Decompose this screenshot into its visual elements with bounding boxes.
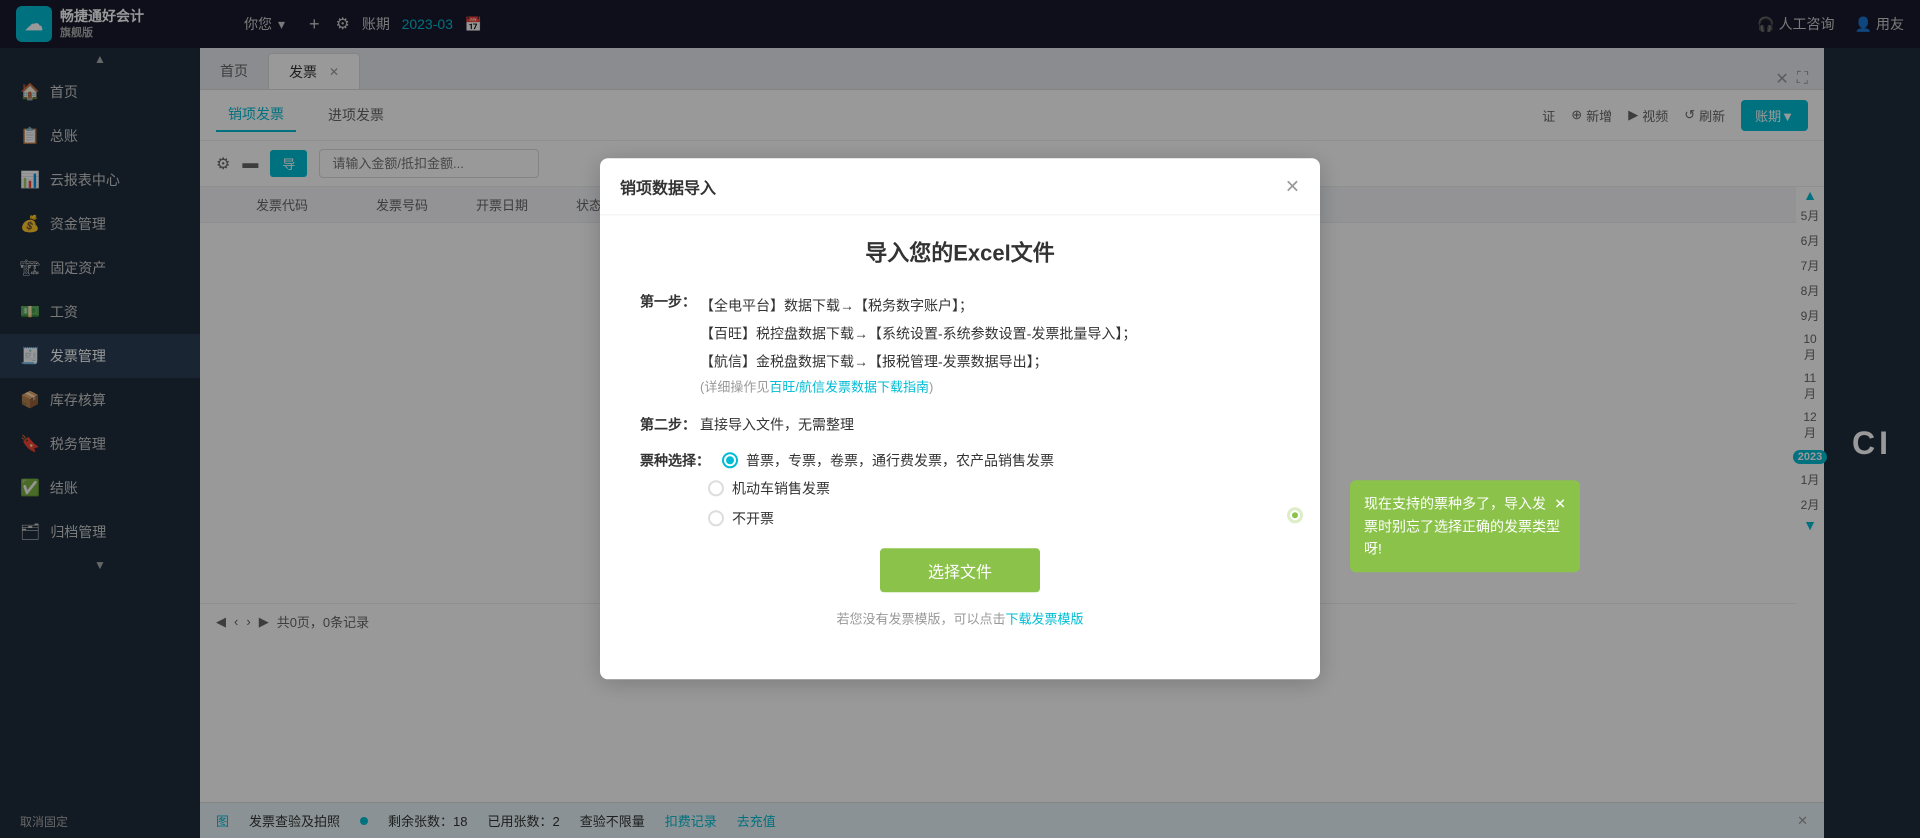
radio-label-3: 不开票	[732, 509, 774, 529]
step1-label: 第一步：	[640, 291, 700, 398]
import-modal: 销项数据导入 ✕ 导入您的Excel文件 第一步： 【全电平台】数据下载→【税务…	[600, 158, 1320, 679]
radio-option-3[interactable]: 不开票	[708, 509, 1280, 529]
radio-option-1[interactable]: 普票，专票，卷票，通行费发票，农产品销售发票	[722, 451, 1054, 471]
step2-content: 直接导入文件，无需整理	[700, 415, 854, 435]
ticket-label-row: 票种选择： 普票，专票，卷票，通行费发票，农产品销售发票	[640, 451, 1280, 471]
tooltip-text: 现在支持的票种多了，导入发票时别忘了选择正确的发票类型呀!	[1364, 496, 1560, 557]
radio-label-2: 机动车销售发票	[732, 479, 830, 499]
step2-row: 第二步： 直接导入文件，无需整理	[640, 415, 1280, 435]
modal-header: 销项数据导入 ✕	[600, 158, 1320, 215]
tooltip-indicator-dot	[1290, 511, 1300, 521]
modal-close-btn[interactable]: ✕	[1285, 176, 1300, 197]
download-tip-prefix: 若您没有发票模版，可以点击	[836, 612, 1005, 627]
radio-circle-2	[708, 481, 724, 497]
modal-title: 销项数据导入	[620, 174, 716, 198]
download-tip: 若您没有发票模版，可以点击下载发票模版	[640, 609, 1280, 628]
step2-block: 第二步： 直接导入文件，无需整理	[640, 415, 1280, 435]
step1-block: 第一步： 【全电平台】数据下载→【税务数字账户】； 【百旺】税控盘数据下载→【系…	[640, 291, 1280, 398]
ticket-type-group: 票种选择： 普票，专票，卷票，通行费发票，农产品销售发票 机动车销售发票 不开票	[640, 451, 1280, 529]
step1-guide-link[interactable]: 百旺/航信发票数据下载指南	[769, 379, 929, 394]
radio-rows: 机动车销售发票 不开票	[708, 479, 1280, 529]
step1-row: 第一步： 【全电平台】数据下载→【税务数字账户】； 【百旺】税控盘数据下载→【系…	[640, 291, 1280, 398]
tooltip-bubble: ✕ 现在支持的票种多了，导入发票时别忘了选择正确的发票类型呀!	[1350, 481, 1580, 572]
modal-body: 导入您的Excel文件 第一步： 【全电平台】数据下载→【税务数字账户】； 【百…	[600, 215, 1320, 647]
step1-content: 【全电平台】数据下载→【税务数字账户】； 【百旺】税控盘数据下载→【系统设置-系…	[700, 291, 1136, 398]
step1-note-prefix: (详细操作见	[700, 379, 769, 394]
step1-note: (详细操作见百旺/航信发票数据下载指南)	[700, 375, 1136, 398]
step1-note-suffix: )	[929, 379, 933, 394]
step2-label: 第二步：	[640, 415, 700, 435]
step1-line3: 【航信】金税盘数据下载→【报税管理-发票数据导出】；	[700, 347, 1136, 375]
ticket-label: 票种选择：	[640, 451, 710, 471]
step1-line1: 【全电平台】数据下载→【税务数字账户】；	[700, 291, 1136, 319]
radio-circle-1	[722, 453, 738, 469]
select-file-btn[interactable]: 选择文件	[880, 549, 1040, 593]
radio-circle-3	[708, 511, 724, 527]
download-template-link[interactable]: 下载发票模版	[1006, 612, 1084, 627]
radio-option-2[interactable]: 机动车销售发票	[708, 479, 1280, 499]
radio-label-1: 普票，专票，卷票，通行费发票，农产品销售发票	[746, 451, 1054, 471]
step1-line2: 【百旺】税控盘数据下载→【系统设置-系统参数设置-发票批量导入】；	[700, 319, 1136, 347]
modal-main-title: 导入您的Excel文件	[640, 235, 1280, 267]
tooltip-close-btn[interactable]: ✕	[1554, 493, 1566, 515]
